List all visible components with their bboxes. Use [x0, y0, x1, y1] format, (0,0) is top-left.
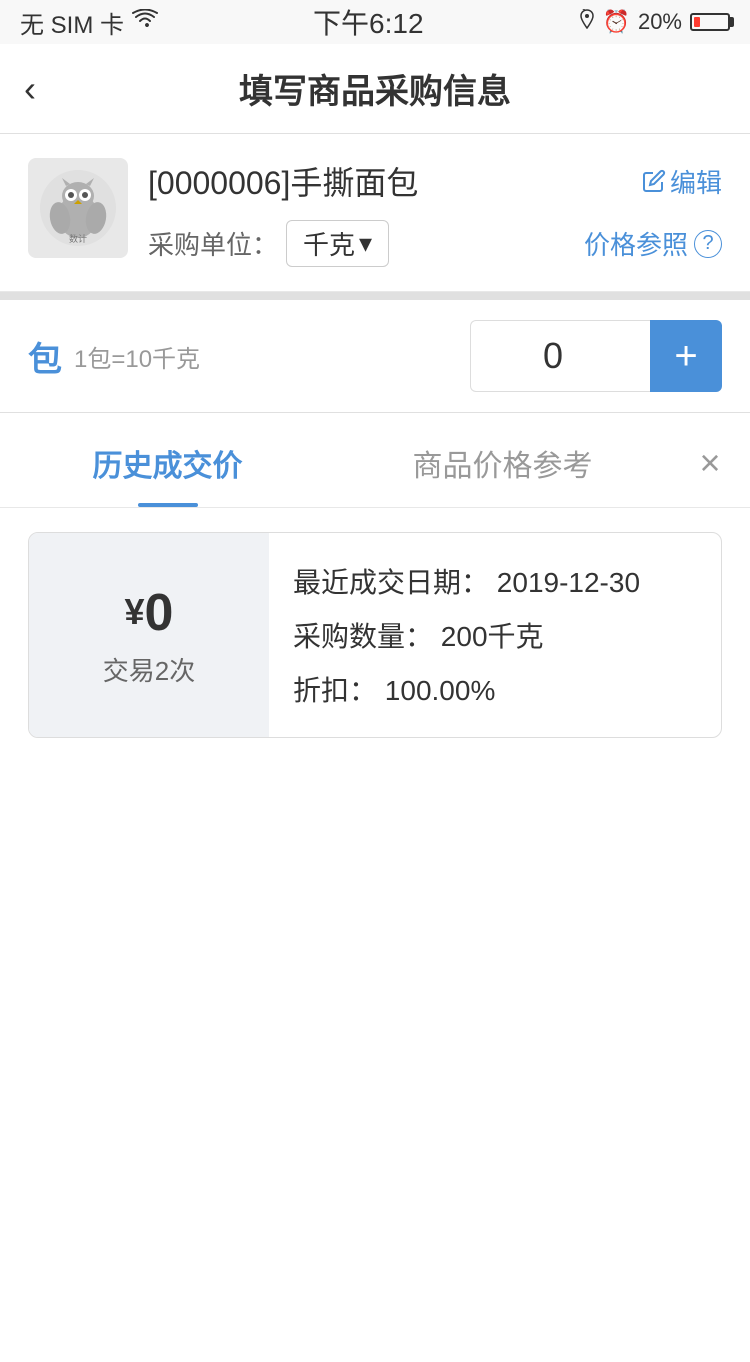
- tab-history-label: 历史成交价: [93, 450, 243, 483]
- recent-date-value: 2019-12-30: [497, 567, 640, 598]
- price-value: 0: [145, 584, 174, 642]
- dropdown-icon: ▾: [359, 228, 372, 259]
- help-icon: ?: [694, 230, 722, 258]
- panel-close-button[interactable]: ×: [670, 414, 750, 506]
- back-button[interactable]: ‹: [24, 68, 36, 110]
- transaction-summary: ¥0 交易2次: [29, 533, 269, 737]
- status-left: 无 SIM 卡: [20, 5, 158, 40]
- product-card: 数计 [0000006]手撕面包 编辑 采购单位： 千克 ▾: [0, 134, 750, 292]
- product-info: [0000006]手撕面包 编辑 采购单位： 千克 ▾ 价格参照 ?: [148, 158, 722, 267]
- edit-button[interactable]: 编辑: [642, 163, 722, 200]
- quantity-input[interactable]: [470, 320, 650, 392]
- unit-conversion: 1包=10千克: [74, 339, 200, 374]
- location-icon: [579, 9, 595, 35]
- tab-row: 历史成交价 商品价格参考 ×: [0, 413, 750, 508]
- recent-date-label: 最近成交日期：: [293, 567, 489, 598]
- product-image: 数计: [28, 158, 128, 258]
- tab-product-price[interactable]: 商品价格参考: [335, 413, 670, 507]
- transaction-details: 最近成交日期： 2019-12-30 采购数量： 200千克 折扣： 100.0…: [269, 533, 721, 737]
- svg-text:数计: 数计: [69, 233, 87, 244]
- quantity-plus-button[interactable]: +: [650, 320, 722, 392]
- quantity-unit-info: 包 1包=10千克: [28, 332, 200, 381]
- unit-select[interactable]: 千克 ▾: [286, 220, 389, 267]
- unit-box-label: 包: [28, 332, 62, 381]
- transaction-list: ¥0 交易2次 最近成交日期： 2019-12-30 采购数量： 200千克 折…: [0, 508, 750, 762]
- unit-label: 采购单位： 千克 ▾: [148, 220, 389, 267]
- purchase-quantity-label: 采购数量：: [293, 621, 433, 652]
- tab-history-price[interactable]: 历史成交价: [0, 413, 335, 507]
- product-unit-row: 采购单位： 千克 ▾ 价格参照 ?: [148, 220, 722, 267]
- page-title: 填写商品采购信息: [239, 64, 511, 113]
- price-ref-button[interactable]: 价格参照 ?: [584, 225, 722, 262]
- purchase-quantity-value: 200千克: [441, 621, 544, 652]
- alarm-icon: ⏰: [603, 9, 630, 35]
- nav-bar: ‹ 填写商品采购信息: [0, 44, 750, 134]
- purchase-quantity-row: 采购数量： 200千克: [293, 615, 697, 655]
- discount-value: 100.00%: [385, 675, 496, 706]
- price-symbol: ¥: [125, 591, 145, 633]
- unit-prefix: 采购单位：: [148, 225, 278, 262]
- recent-date-row: 最近成交日期： 2019-12-30: [293, 561, 697, 601]
- transaction-count: 交易2次: [103, 651, 195, 688]
- product-header: [0000006]手撕面包 编辑: [148, 158, 722, 204]
- status-right: ⏰ 20%: [579, 9, 730, 35]
- tab-product-label: 商品价格参考: [413, 450, 593, 483]
- battery-icon: [690, 13, 730, 31]
- wifi-icon: [132, 8, 158, 36]
- main-content-area: [0, 762, 750, 1362]
- section-divider: [0, 292, 750, 300]
- battery-percent: 20%: [638, 9, 682, 35]
- quantity-row: 包 1包=10千克 +: [0, 300, 750, 413]
- price-panel: 历史成交价 商品价格参考 × ¥0 交易2次 最近成交日期： 2019-12-3…: [0, 413, 750, 762]
- status-bar: 无 SIM 卡 下午6:12 ⏰ 20%: [0, 0, 750, 44]
- quantity-input-area[interactable]: +: [470, 320, 722, 392]
- discount-row: 折扣： 100.00%: [293, 669, 697, 709]
- status-time: 下午6:12: [313, 2, 424, 42]
- discount-label: 折扣：: [293, 675, 377, 706]
- transaction-price: ¥0: [125, 583, 174, 643]
- edit-label: 编辑: [670, 163, 722, 200]
- price-ref-label: 价格参照: [584, 225, 688, 262]
- carrier-text: 无 SIM 卡: [20, 5, 124, 40]
- product-name: [0000006]手撕面包: [148, 158, 418, 204]
- unit-value: 千克: [303, 225, 355, 262]
- transaction-card: ¥0 交易2次 最近成交日期： 2019-12-30 采购数量： 200千克 折…: [28, 532, 722, 738]
